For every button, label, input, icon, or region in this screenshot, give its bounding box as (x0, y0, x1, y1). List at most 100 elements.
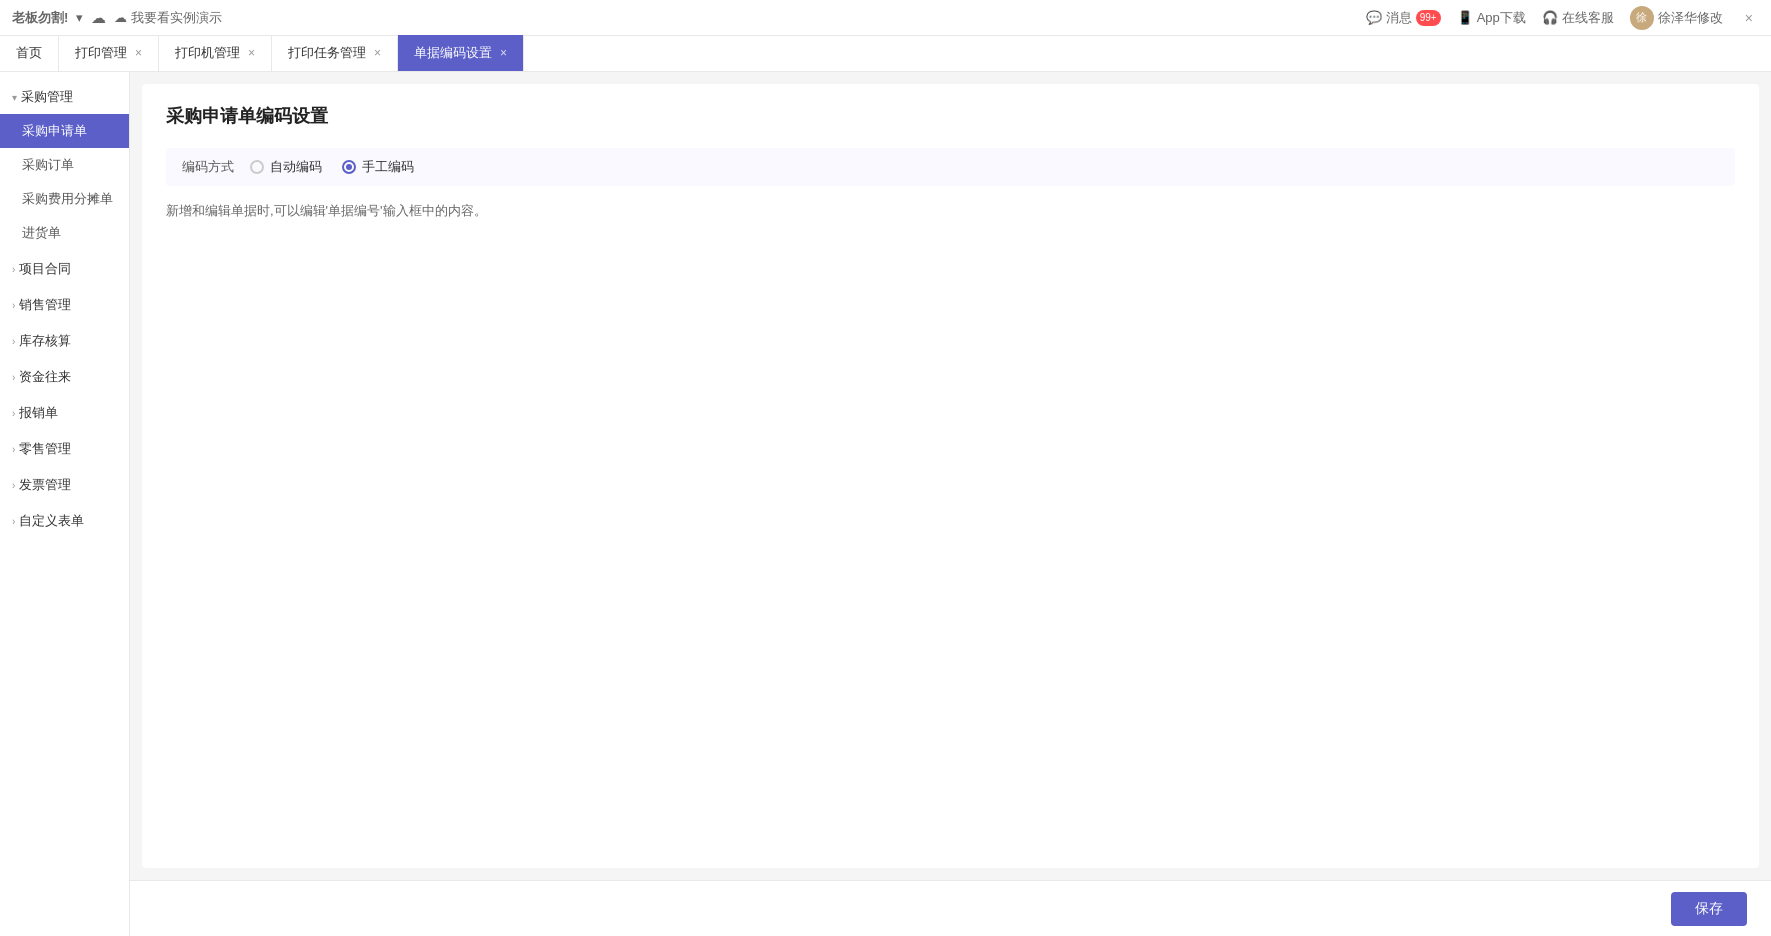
tab-print-task[interactable]: 打印任务管理 × (272, 35, 398, 71)
sidebar-group-invoice-title[interactable]: › 发票管理 (0, 468, 129, 502)
chevron-right-icon: › (12, 408, 15, 419)
top-bar: 老板勿割! ▾ ☁ ☁ 我要看实例演示 💬 消息 99+ 📱 App下载 🎧 在… (0, 0, 1771, 36)
tab-code-setting-close[interactable]: × (500, 46, 507, 60)
logo-dropdown[interactable]: ▾ (76, 10, 83, 25)
sidebar-group-purchase: ▾ 采购管理 采购申请单 采购订单 采购费用分摊单 进货单 (0, 80, 129, 250)
sidebar-group-custom-form-title[interactable]: › 自定义表单 (0, 504, 129, 538)
top-bar-left: 老板勿割! ▾ ☁ ☁ 我要看实例演示 (12, 9, 222, 27)
tab-code-setting[interactable]: 单据编码设置 × (398, 35, 524, 71)
message-icon: 💬 (1366, 10, 1382, 25)
encoding-mode-row: 编码方式 自动编码 手工编码 (166, 148, 1735, 186)
sidebar-group-retail-label: 零售管理 (19, 440, 71, 458)
sidebar-group-fund-label: 资金往来 (19, 368, 71, 386)
save-button[interactable]: 保存 (1671, 892, 1747, 926)
auto-code-label: 自动编码 (270, 158, 322, 176)
hint-text: 新增和编辑单据时,可以编辑'单据编号'输入框中的内容。 (166, 202, 1735, 220)
app-logo: 老板勿割! (12, 9, 68, 27)
footer-bar: 保存 (130, 880, 1771, 936)
chevron-right-icon: › (12, 300, 15, 311)
sidebar-group-retail: › 零售管理 (0, 432, 129, 466)
encoding-label: 编码方式 (182, 158, 234, 176)
demo-link-text: 我要看实例演示 (131, 9, 222, 27)
sidebar-item-stock-in[interactable]: 进货单 (0, 216, 129, 250)
message-badge: 99+ (1416, 10, 1441, 26)
window-close-icon[interactable]: × (1739, 8, 1759, 28)
online-service-label: 在线客服 (1562, 9, 1614, 27)
headset-icon: 🎧 (1542, 10, 1558, 25)
manual-code-label: 手工编码 (362, 158, 414, 176)
tab-print-task-close[interactable]: × (374, 46, 381, 60)
sidebar-item-purchase-expense[interactable]: 采购费用分摊单 (0, 182, 129, 216)
sidebar-group-returns-title[interactable]: › 报销单 (0, 396, 129, 430)
sidebar-group-project: › 项目合同 (0, 252, 129, 286)
tab-print-mgmt-label: 打印管理 (75, 44, 127, 62)
chevron-down-icon: ▾ (76, 10, 83, 25)
sidebar: ▾ 采购管理 采购申请单 采购订单 采购费用分摊单 进货单 › 项目合同 (0, 72, 130, 936)
sidebar-item-purchase-request[interactable]: 采购申请单 (0, 114, 129, 148)
sidebar-item-purchase-order[interactable]: 采购订单 (0, 148, 129, 182)
sidebar-group-fund-title[interactable]: › 资金往来 (0, 360, 129, 394)
sidebar-group-project-label: 项目合同 (19, 260, 71, 278)
tab-printer-mgmt-close[interactable]: × (248, 46, 255, 60)
sidebar-group-inventory-label: 库存核算 (19, 332, 71, 350)
top-bar-right: 💬 消息 99+ 📱 App下载 🎧 在线客服 徐 徐泽华修改 × (1366, 6, 1759, 30)
sidebar-group-retail-title[interactable]: › 零售管理 (0, 432, 129, 466)
chevron-right-icon: › (12, 372, 15, 383)
app-download-label: App下载 (1477, 9, 1526, 27)
user-name: 徐泽华修改 (1658, 9, 1723, 27)
sidebar-group-sales: › 销售管理 (0, 288, 129, 322)
tab-print-mgmt-close[interactable]: × (135, 46, 142, 60)
demo-link[interactable]: ☁ 我要看实例演示 (114, 9, 222, 27)
manual-code-radio[interactable]: 手工编码 (342, 158, 414, 176)
app-download-button[interactable]: 📱 App下载 (1457, 9, 1526, 27)
auto-code-radio[interactable]: 自动编码 (250, 158, 322, 176)
sidebar-group-invoice: › 发票管理 (0, 468, 129, 502)
window-controls: × (1739, 8, 1759, 28)
sidebar-group-project-title[interactable]: › 项目合同 (0, 252, 129, 286)
tab-home[interactable]: 首页 (0, 35, 59, 71)
chevron-right-icon: › (12, 444, 15, 455)
tab-printer-mgmt[interactable]: 打印机管理 × (159, 35, 272, 71)
content-main: 采购申请单编码设置 编码方式 自动编码 手工编码 (142, 84, 1759, 868)
sidebar-item-purchase-order-label: 采购订单 (22, 157, 74, 172)
chevron-right-icon: › (12, 264, 15, 275)
content-area: 采购申请单编码设置 编码方式 自动编码 手工编码 (130, 72, 1771, 936)
sidebar-group-custom-form: › 自定义表单 (0, 504, 129, 538)
chevron-right-icon: › (12, 480, 15, 491)
page-title: 采购申请单编码设置 (166, 104, 1735, 128)
sidebar-group-invoice-label: 发票管理 (19, 476, 71, 494)
settings-icon[interactable]: ☁ (91, 9, 106, 27)
sidebar-item-purchase-expense-label: 采购费用分摊单 (22, 191, 113, 206)
sidebar-group-purchase-label: 采购管理 (21, 88, 73, 106)
tab-print-task-label: 打印任务管理 (288, 44, 366, 62)
sidebar-group-sales-title[interactable]: › 销售管理 (0, 288, 129, 322)
chevron-right-icon: › (12, 336, 15, 347)
tab-code-setting-label: 单据编码设置 (414, 44, 492, 62)
auto-code-radio-circle (250, 160, 264, 174)
sidebar-group-returns: › 报销单 (0, 396, 129, 430)
sidebar-group-returns-label: 报销单 (19, 404, 58, 422)
online-service-button[interactable]: 🎧 在线客服 (1542, 9, 1614, 27)
manual-code-radio-circle (342, 160, 356, 174)
sidebar-group-purchase-title[interactable]: ▾ 采购管理 (0, 80, 129, 114)
sidebar-group-sales-label: 销售管理 (19, 296, 71, 314)
user-profile[interactable]: 徐 徐泽华修改 (1630, 6, 1723, 30)
chevron-down-icon: ▾ (12, 92, 17, 103)
tab-printer-mgmt-label: 打印机管理 (175, 44, 240, 62)
cloud-icon: ☁ (114, 10, 127, 25)
sidebar-item-stock-in-label: 进货单 (22, 225, 61, 240)
sidebar-item-purchase-request-label: 采购申请单 (22, 123, 87, 138)
message-button[interactable]: 💬 消息 99+ (1366, 9, 1441, 27)
sidebar-group-inventory: › 库存核算 (0, 324, 129, 358)
tab-print-mgmt[interactable]: 打印管理 × (59, 35, 159, 71)
phone-icon: 📱 (1457, 10, 1473, 25)
avatar: 徐 (1630, 6, 1654, 30)
sidebar-group-custom-form-label: 自定义表单 (19, 512, 84, 530)
sidebar-group-inventory-title[interactable]: › 库存核算 (0, 324, 129, 358)
chevron-right-icon: › (12, 516, 15, 527)
tab-home-label: 首页 (16, 44, 42, 62)
message-label: 消息 (1386, 9, 1412, 27)
encoding-radio-group: 自动编码 手工编码 (250, 158, 414, 176)
tab-bar: 首页 打印管理 × 打印机管理 × 打印任务管理 × 单据编码设置 × (0, 36, 1771, 72)
sidebar-group-fund: › 资金往来 (0, 360, 129, 394)
